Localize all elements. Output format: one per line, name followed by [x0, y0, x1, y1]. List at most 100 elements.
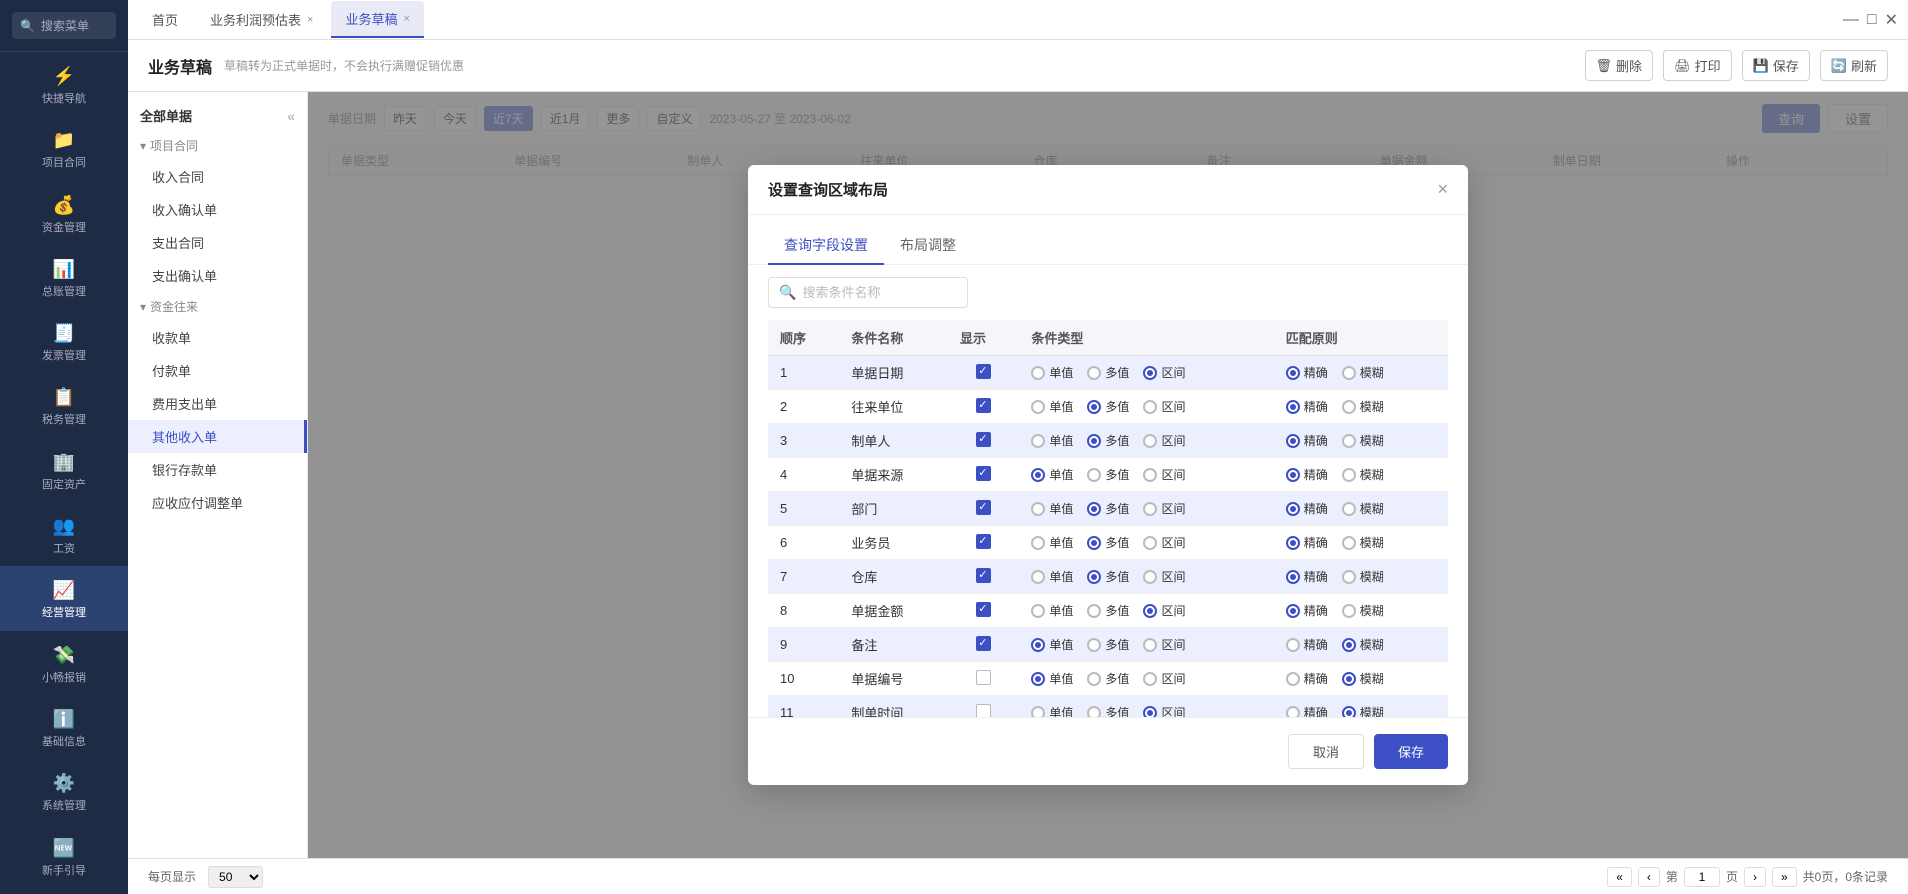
save-btn[interactable]: 保存 — [1374, 734, 1448, 769]
radio-match-precise-11[interactable] — [1286, 706, 1300, 718]
show-checkbox-8[interactable] — [976, 602, 991, 617]
show-checkbox-10[interactable] — [976, 670, 991, 685]
cond-type-range-4[interactable]: 区间 — [1143, 466, 1185, 483]
radio-multiple-6[interactable] — [1087, 536, 1101, 550]
cond-type-multiple-2[interactable]: 多值 — [1087, 398, 1129, 415]
radio-multiple-4[interactable] — [1087, 468, 1101, 482]
radio-match-fuzzy-10[interactable] — [1342, 672, 1356, 686]
radio-match-precise-7[interactable] — [1286, 570, 1300, 584]
match-precise-9[interactable]: 精确 — [1286, 636, 1328, 653]
radio-range-10[interactable] — [1143, 672, 1157, 686]
inner-link-其他收入单[interactable]: 其他收入单 — [128, 420, 307, 453]
cond-type-multiple-8[interactable]: 多值 — [1087, 602, 1129, 619]
tab-home[interactable]: 首页 — [138, 2, 192, 37]
cond-type-single-3[interactable]: 单值 — [1031, 432, 1073, 449]
match-precise-8[interactable]: 精确 — [1286, 602, 1328, 619]
window-maximize[interactable]: □ — [1867, 11, 1877, 29]
cond-type-multiple-6[interactable]: 多值 — [1087, 534, 1129, 551]
sidebar-item-operations[interactable]: 📈经营管理 — [0, 566, 128, 630]
match-precise-6[interactable]: 精确 — [1286, 534, 1328, 551]
radio-match-fuzzy-4[interactable] — [1342, 468, 1356, 482]
header-action-save[interactable]: 💾保存 — [1742, 50, 1810, 81]
radio-multiple-2[interactable] — [1087, 400, 1101, 414]
radio-match-fuzzy-9[interactable] — [1342, 638, 1356, 652]
sidebar-item-accounting[interactable]: 📊总账管理 — [0, 245, 128, 309]
modal-close-btn[interactable]: × — [1437, 179, 1448, 200]
radio-match-fuzzy-7[interactable] — [1342, 570, 1356, 584]
cond-type-single-7[interactable]: 单值 — [1031, 568, 1073, 585]
section-collapse-project-contract[interactable]: ▾ — [140, 139, 146, 153]
inner-link-收入确认单[interactable]: 收入确认单 — [128, 193, 307, 226]
match-fuzzy-8[interactable]: 模糊 — [1342, 602, 1384, 619]
cond-type-range-9[interactable]: 区间 — [1143, 636, 1185, 653]
match-fuzzy-1[interactable]: 模糊 — [1342, 364, 1384, 381]
inner-link-支出确认单[interactable]: 支出确认单 — [128, 259, 307, 292]
page-first-btn[interactable]: « — [1607, 867, 1632, 887]
radio-single-2[interactable] — [1031, 400, 1045, 414]
window-minimize[interactable]: — — [1843, 11, 1859, 29]
radio-range-8[interactable] — [1143, 604, 1157, 618]
radio-range-7[interactable] — [1143, 570, 1157, 584]
radio-match-precise-8[interactable] — [1286, 604, 1300, 618]
cond-type-single-6[interactable]: 单值 — [1031, 534, 1073, 551]
inner-link-费用支出单[interactable]: 费用支出单 — [128, 387, 307, 420]
show-checkbox-9[interactable] — [976, 636, 991, 651]
sidebar-item-invoice[interactable]: 🧾发票管理 — [0, 309, 128, 373]
sidebar-search-area[interactable]: 🔍 搜索菜单 — [0, 0, 128, 52]
sidebar-item-basic-info[interactable]: ℹ️基础信息 — [0, 695, 128, 759]
match-precise-5[interactable]: 精确 — [1286, 500, 1328, 517]
tab-profit[interactable]: 业务利润预估表× — [196, 2, 327, 37]
cond-type-single-10[interactable]: 单值 — [1031, 670, 1073, 687]
tab-draft[interactable]: 业务草稿× — [331, 1, 423, 38]
radio-match-precise-9[interactable] — [1286, 638, 1300, 652]
radio-match-precise-5[interactable] — [1286, 502, 1300, 516]
radio-single-9[interactable] — [1031, 638, 1045, 652]
radio-match-precise-2[interactable] — [1286, 400, 1300, 414]
radio-single-8[interactable] — [1031, 604, 1045, 618]
match-precise-11[interactable]: 精确 — [1286, 704, 1328, 717]
match-precise-10[interactable]: 精确 — [1286, 670, 1328, 687]
radio-single-11[interactable] — [1031, 706, 1045, 718]
match-precise-2[interactable]: 精确 — [1286, 398, 1328, 415]
match-precise-3[interactable]: 精确 — [1286, 432, 1328, 449]
match-fuzzy-10[interactable]: 模糊 — [1342, 670, 1384, 687]
cond-type-single-2[interactable]: 单值 — [1031, 398, 1073, 415]
match-fuzzy-4[interactable]: 模糊 — [1342, 466, 1384, 483]
header-action-refresh[interactable]: 🔄刷新 — [1820, 50, 1888, 81]
radio-range-6[interactable] — [1143, 536, 1157, 550]
cond-type-multiple-7[interactable]: 多值 — [1087, 568, 1129, 585]
page-next-btn[interactable]: › — [1744, 867, 1766, 887]
section-label-capital-flow[interactable]: ▾ 资金往来 — [128, 292, 307, 321]
show-checkbox-3[interactable] — [976, 432, 991, 447]
cond-type-multiple-5[interactable]: 多值 — [1087, 500, 1129, 517]
radio-single-1[interactable] — [1031, 366, 1045, 380]
radio-match-precise-3[interactable] — [1286, 434, 1300, 448]
condition-search-input[interactable] — [802, 285, 957, 300]
cond-type-range-1[interactable]: 区间 — [1143, 364, 1185, 381]
tab-layout-adjust[interactable]: 布局调整 — [884, 227, 972, 265]
cond-type-single-11[interactable]: 单值 — [1031, 704, 1073, 717]
cond-type-single-9[interactable]: 单值 — [1031, 636, 1073, 653]
match-fuzzy-5[interactable]: 模糊 — [1342, 500, 1384, 517]
radio-single-3[interactable] — [1031, 434, 1045, 448]
cond-type-range-11[interactable]: 区间 — [1143, 704, 1185, 717]
show-checkbox-1[interactable] — [976, 364, 991, 379]
cancel-btn[interactable]: 取消 — [1288, 734, 1364, 769]
radio-match-fuzzy-1[interactable] — [1342, 366, 1356, 380]
page-last-btn[interactable]: » — [1772, 867, 1797, 887]
per-page-select[interactable]: 50 100 200 — [208, 866, 263, 888]
radio-range-5[interactable] — [1143, 502, 1157, 516]
section-collapse-capital-flow[interactable]: ▾ — [140, 300, 146, 314]
radio-multiple-1[interactable] — [1087, 366, 1101, 380]
radio-range-9[interactable] — [1143, 638, 1157, 652]
show-checkbox-2[interactable] — [976, 398, 991, 413]
sidebar-item-tax[interactable]: 📋税务管理 — [0, 373, 128, 437]
radio-range-11[interactable] — [1143, 706, 1157, 718]
inner-link-应收应付调整单[interactable]: 应收应付调整单 — [128, 486, 307, 519]
tab-close-draft[interactable]: × — [403, 13, 409, 25]
cond-type-single-4[interactable]: 单值 — [1031, 466, 1073, 483]
match-precise-4[interactable]: 精确 — [1286, 466, 1328, 483]
radio-range-3[interactable] — [1143, 434, 1157, 448]
match-fuzzy-6[interactable]: 模糊 — [1342, 534, 1384, 551]
cond-type-range-8[interactable]: 区间 — [1143, 602, 1185, 619]
